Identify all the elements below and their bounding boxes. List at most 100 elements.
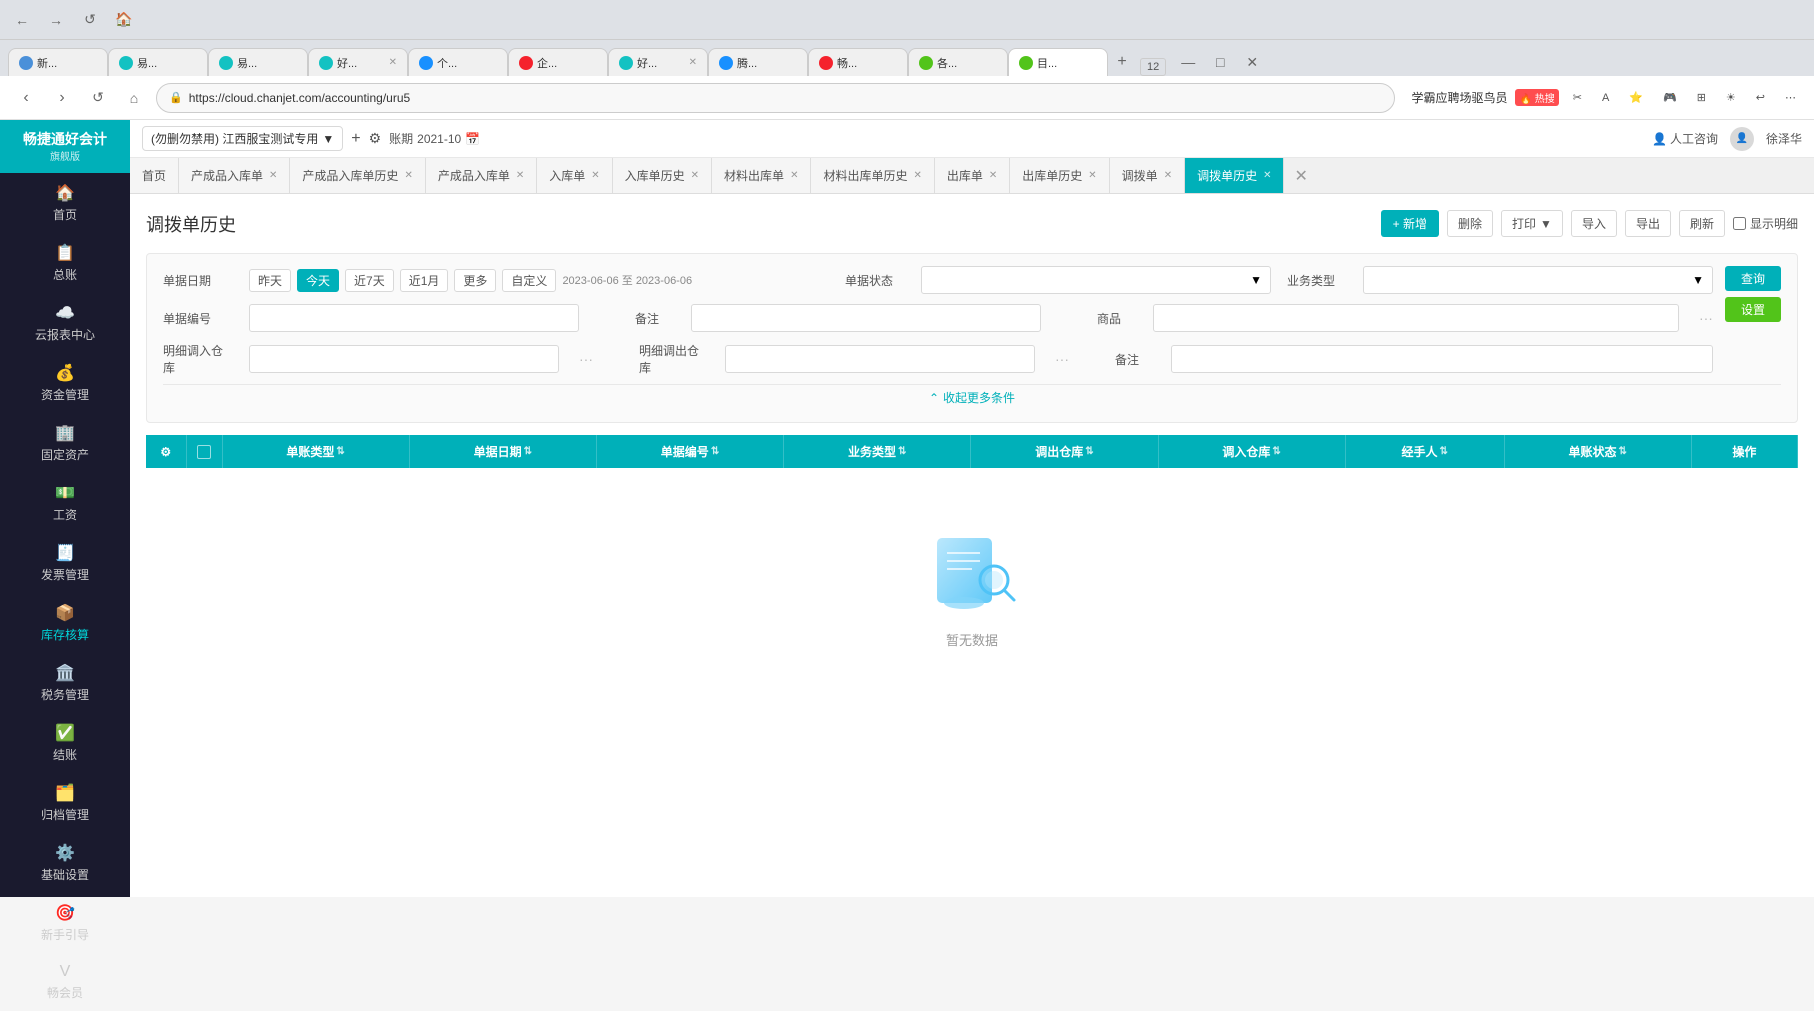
page-tab-6-close[interactable]: ✕: [790, 170, 798, 181]
table-header-operator[interactable]: 经手人 ⇅: [1345, 435, 1504, 468]
page-tab-7[interactable]: 材料出库单历史 ✕: [811, 158, 934, 194]
custom-date-btn[interactable]: 自定义: [502, 269, 556, 292]
browser-reload-btn[interactable]: ↺: [76, 6, 104, 34]
table-header-settings[interactable]: ⚙: [146, 435, 186, 468]
sidebar-logo[interactable]: 畅捷通好会计 旗舰版: [0, 120, 130, 173]
browser-tool-1[interactable]: ✂: [1567, 89, 1588, 106]
browser-forward-btn[interactable]: →: [42, 6, 70, 34]
browser-tab-5[interactable]: 个...: [408, 48, 508, 76]
page-tab-7-close[interactable]: ✕: [913, 170, 921, 181]
detail-in-input[interactable]: [249, 345, 559, 373]
new-btn[interactable]: + 新增: [1381, 210, 1439, 237]
browser-tab-1[interactable]: 新...: [8, 48, 108, 76]
browser-tab-4[interactable]: 好... ✕: [308, 48, 408, 76]
nav-back-btn[interactable]: ‹: [12, 84, 40, 112]
nav-reload-btn[interactable]: ↺: [84, 84, 112, 112]
sidebar-item-payroll[interactable]: 💵 工资: [0, 473, 130, 533]
table-settings-icon[interactable]: ⚙: [160, 445, 171, 459]
refresh-btn[interactable]: 刷新: [1679, 210, 1725, 237]
docno-filter-input[interactable]: [249, 304, 579, 332]
page-tab-10[interactable]: 调拨单 ✕: [1110, 158, 1185, 194]
export-btn[interactable]: 导出: [1625, 210, 1671, 237]
last7days-btn[interactable]: 近7天: [345, 269, 394, 292]
nav-home-btn[interactable]: ⌂: [120, 84, 148, 112]
sidebar-item-assets[interactable]: 🏢 固定资产: [0, 413, 130, 473]
browser-tab-8[interactable]: 腾...: [708, 48, 808, 76]
sidebar-item-guide[interactable]: 🎯 新手引导: [0, 893, 130, 953]
page-tab-9-close[interactable]: ✕: [1088, 170, 1096, 181]
table-header-check[interactable]: [186, 435, 222, 468]
detail-out-ellipsis[interactable]: ···: [1055, 351, 1069, 367]
service-btn[interactable]: 👤 人工咨询: [1652, 130, 1718, 147]
last1month-btn[interactable]: 近1月: [400, 269, 449, 292]
collapse-conditions-btn[interactable]: ⌃ 收起更多条件: [163, 384, 1781, 410]
browser-tab-11[interactable]: 目...: [1008, 48, 1108, 76]
page-tab-11[interactable]: 调拨单历史 ✕: [1185, 158, 1284, 194]
search-btn[interactable]: 查询: [1725, 266, 1781, 291]
page-tab-8-close[interactable]: ✕: [989, 170, 997, 181]
status-filter-select[interactable]: ▼: [921, 266, 1271, 294]
browser-tab-2[interactable]: 易...: [108, 48, 208, 76]
address-bar[interactable]: 🔒 https://cloud.chanjet.com/accounting/u…: [156, 83, 1395, 113]
browser-tab-6[interactable]: 企...: [508, 48, 608, 76]
page-tab-home[interactable]: 首页: [130, 158, 179, 194]
page-tab-3[interactable]: 产成品入库单 ✕: [426, 158, 537, 194]
sidebar-item-member[interactable]: V 畅会员: [0, 953, 130, 1011]
sidebar-item-tax[interactable]: 🏛️ 税务管理: [0, 653, 130, 713]
sidebar-item-reports[interactable]: ☁️ 云报表中心: [0, 293, 130, 353]
browser-tool-4[interactable]: 🎮: [1657, 89, 1683, 106]
browser-tab-10[interactable]: 各...: [908, 48, 1008, 76]
browser-tab-9[interactable]: 畅...: [808, 48, 908, 76]
table-header-out-warehouse[interactable]: 调出仓库 ⇅: [971, 435, 1158, 468]
company-selector[interactable]: (勿删勿禁用) 江西服宝测试专用 ▼: [142, 126, 343, 151]
page-tab-4[interactable]: 入库单 ✕: [537, 158, 612, 194]
browser-tool-6[interactable]: ☀: [1720, 89, 1742, 106]
minimize-btn[interactable]: —: [1174, 48, 1202, 76]
sidebar-item-finance[interactable]: 💰 资金管理: [0, 353, 130, 413]
sidebar-item-ledger[interactable]: 📋 总账: [0, 233, 130, 293]
page-tab-5-close[interactable]: ✕: [691, 170, 699, 181]
table-header-biz-type[interactable]: 业务类型 ⇅: [784, 435, 971, 468]
page-tab-6[interactable]: 材料出库单 ✕: [712, 158, 811, 194]
add-company-btn[interactable]: +: [351, 130, 360, 148]
remark2-input[interactable]: [1171, 345, 1713, 373]
select-all-checkbox[interactable]: [197, 445, 211, 459]
table-header-in-warehouse[interactable]: 调入仓库 ⇅: [1158, 435, 1345, 468]
sidebar-item-close[interactable]: ✅ 结账: [0, 713, 130, 773]
close-all-btn[interactable]: ✕: [1284, 166, 1317, 186]
browser-tool-7[interactable]: ↩: [1750, 89, 1771, 106]
remark-filter-input[interactable]: [691, 304, 1041, 332]
yesterday-btn[interactable]: 昨天: [249, 269, 291, 292]
detail-in-ellipsis[interactable]: ···: [579, 351, 593, 367]
page-tab-8[interactable]: 出库单 ✕: [935, 158, 1010, 194]
page-tab-2-close[interactable]: ✕: [404, 170, 412, 181]
more-date-btn[interactable]: 更多: [454, 269, 496, 292]
import-btn[interactable]: 导入: [1571, 210, 1617, 237]
page-tab-5[interactable]: 入库单历史 ✕: [613, 158, 712, 194]
show-detail-checkbox[interactable]: [1733, 217, 1746, 230]
page-tab-3-close[interactable]: ✕: [516, 170, 524, 181]
show-detail-toggle[interactable]: 显示明细: [1733, 215, 1798, 232]
calendar-icon[interactable]: 📅: [465, 132, 480, 146]
goods-ellipsis-btn[interactable]: ···: [1699, 310, 1713, 326]
browser-tab-7[interactable]: 好... ✕: [608, 48, 708, 76]
browser-tool-5[interactable]: ⊞: [1691, 89, 1712, 106]
table-header-doc-status[interactable]: 单账状态 ⇅: [1504, 435, 1691, 468]
table-header-doc-date[interactable]: 单据日期 ⇅: [409, 435, 596, 468]
filter-settings-btn[interactable]: 设置: [1725, 297, 1781, 322]
nav-forward-btn[interactable]: ›: [48, 84, 76, 112]
sidebar-item-inventory[interactable]: 📦 库存核算: [0, 593, 130, 653]
table-header-doc-type[interactable]: 单账类型 ⇅: [222, 435, 409, 468]
browser-home-btn[interactable]: 🏠: [110, 6, 138, 34]
maximize-btn[interactable]: □: [1206, 48, 1234, 76]
page-tab-4-close[interactable]: ✕: [591, 170, 599, 181]
new-tab-button[interactable]: +: [1108, 48, 1136, 76]
page-tab-10-close[interactable]: ✕: [1164, 170, 1172, 181]
browser-tab-3[interactable]: 易...: [208, 48, 308, 76]
detail-out-input[interactable]: [725, 345, 1035, 373]
browser-tool-2[interactable]: A: [1596, 90, 1615, 106]
page-tab-9[interactable]: 出库单历史 ✕: [1010, 158, 1109, 194]
print-btn[interactable]: 打印 ▼: [1501, 210, 1563, 237]
page-tab-11-close[interactable]: ✕: [1263, 170, 1271, 181]
page-tab-1[interactable]: 产成品入库单 ✕: [179, 158, 290, 194]
